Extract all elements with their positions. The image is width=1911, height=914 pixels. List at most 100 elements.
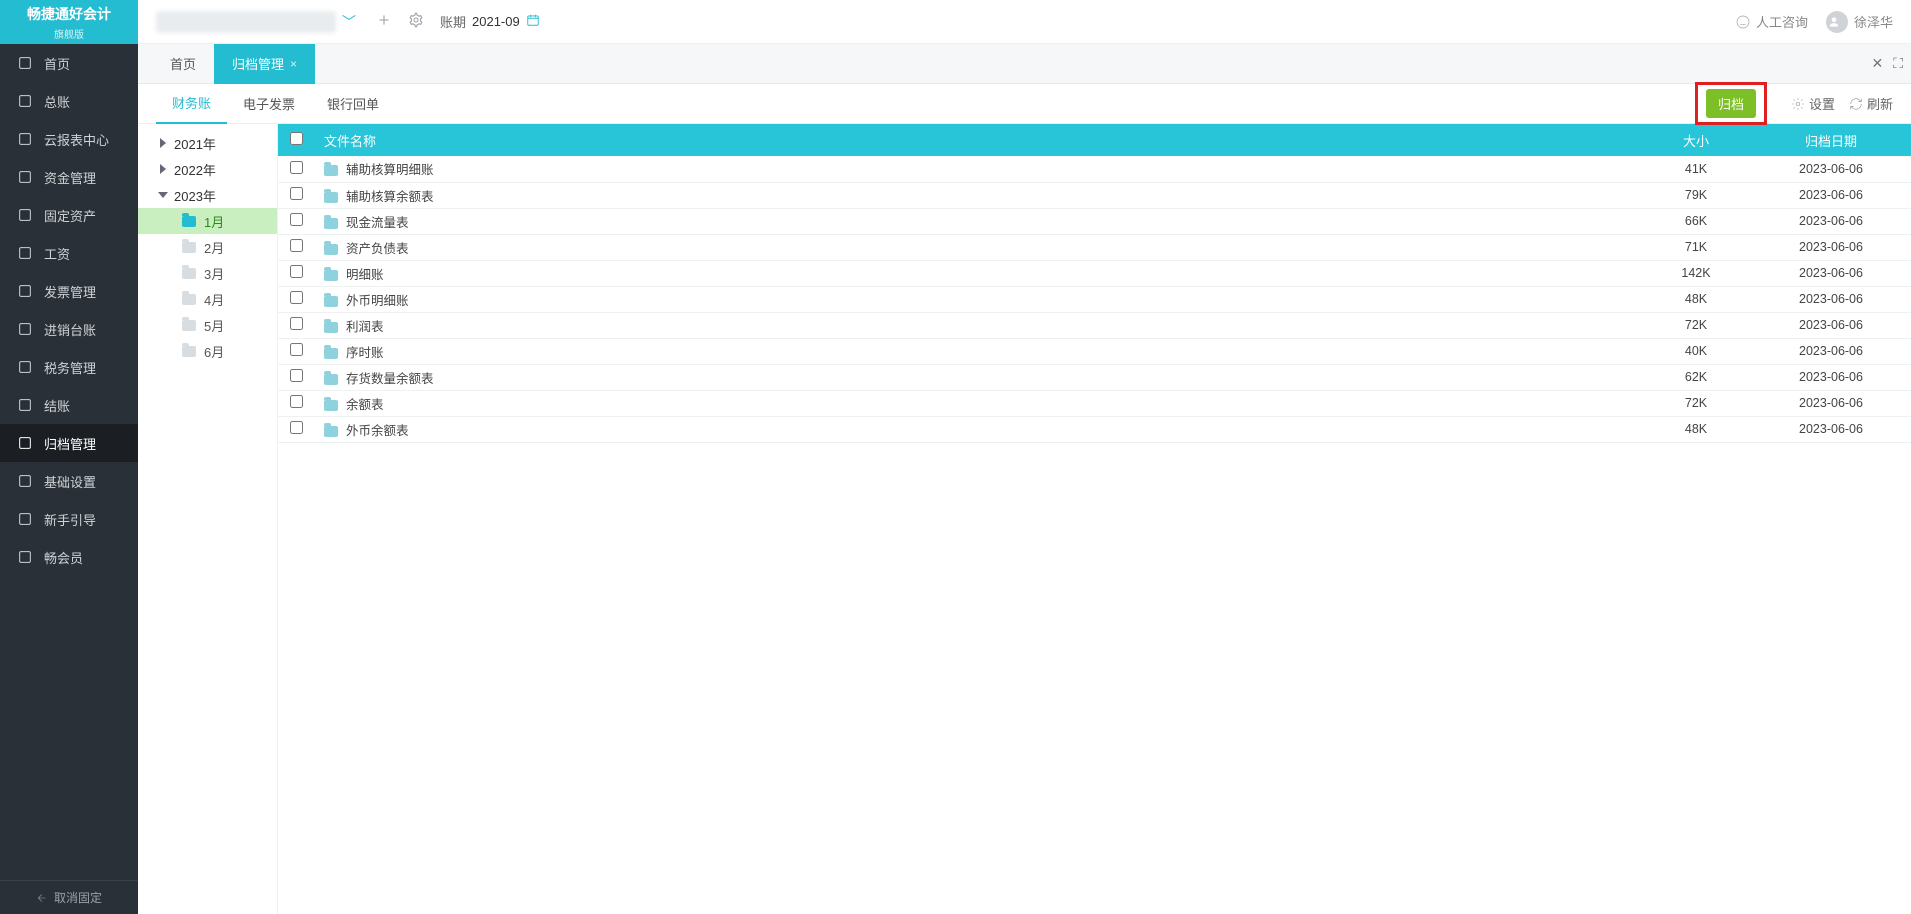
table-row[interactable]: 辅助核算明细账41K2023-06-06 <box>278 156 1911 182</box>
folder-icon <box>182 242 196 253</box>
row-checkbox[interactable] <box>290 213 303 226</box>
row-checkbox[interactable] <box>290 291 303 304</box>
file-size: 79K <box>1641 182 1751 208</box>
username: 徐泽华 <box>1854 12 1893 31</box>
table-row[interactable]: 辅助核算余额表79K2023-06-06 <box>278 182 1911 208</box>
folder-icon <box>324 348 338 359</box>
sidebar-item-label: 固定资产 <box>44 206 96 225</box>
org-selector[interactable]: ﹀ <box>156 11 356 33</box>
sidebar-item-label: 进销台账 <box>44 320 96 339</box>
sidebar-item-asset[interactable]: 固定资产 <box>0 196 138 234</box>
row-checkbox[interactable] <box>290 369 303 382</box>
refresh-link[interactable]: 刷新 <box>1849 94 1893 113</box>
table-row[interactable]: 资产负债表71K2023-06-06 <box>278 234 1911 260</box>
table-row[interactable]: 明细账142K2023-06-06 <box>278 260 1911 286</box>
tree-month[interactable]: 6月 <box>138 338 277 364</box>
row-checkbox[interactable] <box>290 187 303 200</box>
tree-month[interactable]: 1月 <box>138 208 277 234</box>
row-checkbox[interactable] <box>290 317 303 330</box>
topbar: ﹀ 账期 2021-09 人工咨询 徐泽华 <box>138 0 1911 44</box>
row-checkbox[interactable] <box>290 265 303 278</box>
file-date: 2023-06-06 <box>1751 260 1911 286</box>
sidebar-item-ledger[interactable]: 总账 <box>0 82 138 120</box>
row-checkbox[interactable] <box>290 239 303 252</box>
file-size: 72K <box>1641 312 1751 338</box>
settings-label: 设置 <box>1809 94 1835 113</box>
tree-month-label: 2月 <box>204 238 224 257</box>
file-size: 48K <box>1641 416 1751 442</box>
sidebar-item-label: 工资 <box>44 244 70 263</box>
row-checkbox[interactable] <box>290 395 303 408</box>
row-checkbox[interactable] <box>290 421 303 434</box>
page-tab[interactable]: 首页 <box>152 44 214 84</box>
row-checkbox[interactable] <box>290 343 303 356</box>
sidebar-item-guide[interactable]: 新手引导 <box>0 500 138 538</box>
folder-icon <box>182 268 196 279</box>
sidebar-item-archive[interactable]: 归档管理 <box>0 424 138 462</box>
tree-month-label: 6月 <box>204 342 224 361</box>
tree-year[interactable]: 2023年 <box>138 182 277 208</box>
sub-tab[interactable]: 财务账 <box>156 84 227 124</box>
sidebar-item-tax[interactable]: 税务管理 <box>0 348 138 386</box>
tree-month[interactable]: 4月 <box>138 286 277 312</box>
sidebar-item-label: 云报表中心 <box>44 130 109 149</box>
page-tab-label: 归档管理 <box>232 54 284 73</box>
tree-year-label: 2023年 <box>174 186 216 205</box>
sidebar-item-stock[interactable]: 进销台账 <box>0 310 138 348</box>
tree-month[interactable]: 2月 <box>138 234 277 260</box>
folder-icon <box>324 244 338 255</box>
table-row[interactable]: 序时账40K2023-06-06 <box>278 338 1911 364</box>
archive-button[interactable]: 归档 <box>1706 89 1756 118</box>
sidebar-item-close[interactable]: 结账 <box>0 386 138 424</box>
sidebar-item-label: 税务管理 <box>44 358 96 377</box>
support-link[interactable]: 人工咨询 <box>1735 12 1808 31</box>
page-tab[interactable]: 归档管理 × <box>214 44 315 84</box>
close-icon[interactable]: × <box>290 57 297 71</box>
table-row[interactable]: 余额表72K2023-06-06 <box>278 390 1911 416</box>
report-icon <box>16 130 34 148</box>
sidebar-item-label: 新手引导 <box>44 510 96 529</box>
user-menu[interactable]: 徐泽华 <box>1826 11 1893 33</box>
tab-close-icon[interactable]: ✕ <box>1871 55 1883 72</box>
sidebar: 畅捷通好会计 旗舰版 首页总账云报表中心资金管理固定资产工资发票管理进销台账税务… <box>0 0 138 914</box>
sidebar-item-fund[interactable]: 资金管理 <box>0 158 138 196</box>
sidebar-item-salary[interactable]: 工资 <box>0 234 138 272</box>
calendar-icon[interactable] <box>526 13 540 30</box>
sidebar-item-vip[interactable]: 畅会员 <box>0 538 138 576</box>
page-tab-label: 首页 <box>170 54 196 73</box>
folder-icon <box>182 216 196 227</box>
add-icon[interactable] <box>376 12 392 31</box>
table-row[interactable]: 外币明细账48K2023-06-06 <box>278 286 1911 312</box>
table-row[interactable]: 存货数量余额表62K2023-06-06 <box>278 364 1911 390</box>
fullscreen-icon[interactable]: ⛶ <box>1893 55 1903 72</box>
sidebar-unpin[interactable]: 取消固定 <box>0 880 138 914</box>
table-row[interactable]: 现金流量表66K2023-06-06 <box>278 208 1911 234</box>
gear-icon[interactable] <box>408 12 424 31</box>
tax-icon <box>16 358 34 376</box>
sidebar-item-settings[interactable]: 基础设置 <box>0 462 138 500</box>
salary-icon <box>16 244 34 262</box>
tree-month[interactable]: 5月 <box>138 312 277 338</box>
sub-tab[interactable]: 电子发票 <box>227 84 311 124</box>
row-checkbox[interactable] <box>290 161 303 174</box>
org-name-blur <box>156 11 336 33</box>
sidebar-item-label: 发票管理 <box>44 282 96 301</box>
tree-year[interactable]: 2022年 <box>138 156 277 182</box>
settings-icon <box>16 472 34 490</box>
select-all-checkbox[interactable] <box>290 132 303 145</box>
tree-month[interactable]: 3月 <box>138 260 277 286</box>
table-row[interactable]: 利润表72K2023-06-06 <box>278 312 1911 338</box>
settings-link[interactable]: 设置 <box>1791 94 1835 113</box>
sidebar-item-report[interactable]: 云报表中心 <box>0 120 138 158</box>
sidebar-item-home[interactable]: 首页 <box>0 44 138 82</box>
sidebar-item-invoice[interactable]: 发票管理 <box>0 272 138 310</box>
tree-year[interactable]: 2021年 <box>138 130 277 156</box>
file-name: 序时账 <box>346 346 384 360</box>
archive-icon <box>16 434 34 452</box>
stock-icon <box>16 320 34 338</box>
triangle-icon <box>160 164 166 174</box>
table-row[interactable]: 外币余额表48K2023-06-06 <box>278 416 1911 442</box>
period-value[interactable]: 2021-09 <box>472 14 520 29</box>
sub-tab[interactable]: 银行回单 <box>311 84 395 124</box>
refresh-label: 刷新 <box>1867 94 1893 113</box>
